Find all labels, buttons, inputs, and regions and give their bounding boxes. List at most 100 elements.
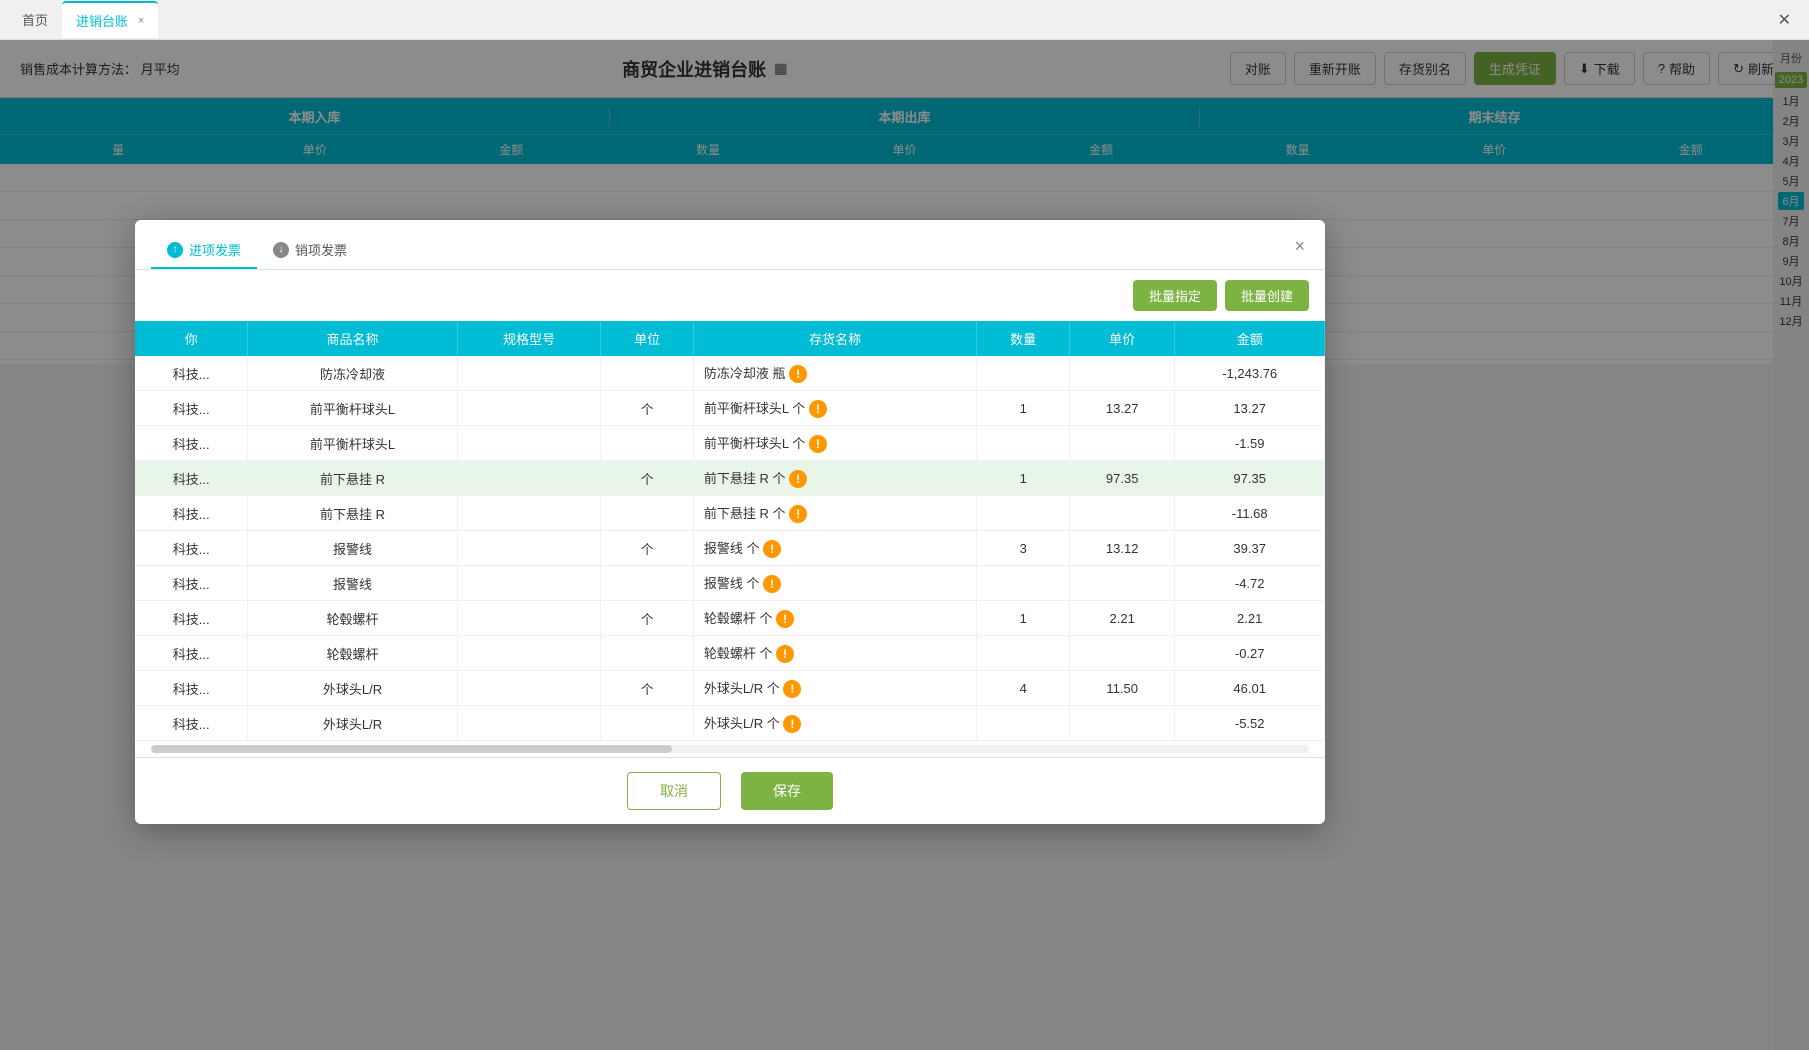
cell-unit xyxy=(601,636,694,671)
cell-amount: -4.72 xyxy=(1175,566,1325,601)
cell-inventory-name: 外球头L/R 个 ! xyxy=(693,671,977,706)
cell-unit xyxy=(601,706,694,741)
cell-company: 科技... xyxy=(135,706,248,741)
cell-company: 科技... xyxy=(135,671,248,706)
cell-price: 13.12 xyxy=(1069,531,1174,566)
window-close-button[interactable]: ✕ xyxy=(1768,6,1801,34)
th-price: 单价 xyxy=(1069,321,1174,356)
modal-scrollbar[interactable] xyxy=(151,745,1309,753)
modal-overlay: ↑ 进项发票 ↓ 销项发票 × 批量指定 批量创建 你 xyxy=(0,40,1809,1050)
cell-spec xyxy=(457,496,601,531)
cell-qty: 1 xyxy=(977,391,1070,426)
cell-spec xyxy=(457,566,601,601)
cell-unit: 个 xyxy=(601,671,694,706)
cell-amount: -1.59 xyxy=(1175,426,1325,461)
table-row: 科技...报警线报警线 个 !-4.72 xyxy=(135,566,1325,601)
cell-unit xyxy=(601,356,694,391)
cell-company: 科技... xyxy=(135,566,248,601)
warning-icon: ! xyxy=(789,365,807,383)
top-bar: 首页 进销台账 × ✕ xyxy=(0,0,1809,40)
table-header: 你 商品名称 规格型号 单位 存货名称 数量 单价 金额 xyxy=(135,321,1325,356)
cell-company: 科技... xyxy=(135,496,248,531)
cell-spec xyxy=(457,356,601,391)
tab-home[interactable]: 首页 xyxy=(8,2,62,37)
table-row: 科技...外球头L/R外球头L/R 个 !-5.52 xyxy=(135,706,1325,741)
cell-inventory-name: 前下悬挂 R 个 ! xyxy=(693,461,977,496)
cell-inventory-name: 报警线 个 ! xyxy=(693,531,977,566)
cell-inventory-name: 轮毂螺杆 个 ! xyxy=(693,601,977,636)
cancel-button[interactable]: 取消 xyxy=(627,772,721,810)
batch-assign-button[interactable]: 批量指定 xyxy=(1133,280,1217,311)
cell-company: 科技... xyxy=(135,391,248,426)
cell-product-name: 前平衡杆球头L xyxy=(248,391,457,426)
cell-unit: 个 xyxy=(601,531,694,566)
table-row: 科技...前下悬挂 R前下悬挂 R 个 !-11.68 xyxy=(135,496,1325,531)
purchase-tab-icon: ↑ xyxy=(167,242,183,258)
cell-product-name: 外球头L/R xyxy=(248,706,457,741)
warning-icon: ! xyxy=(776,645,794,663)
modal-header: ↑ 进项发票 ↓ 销项发票 × xyxy=(135,220,1325,270)
tab-purchase-invoice[interactable]: ↑ 进项发票 xyxy=(151,232,257,269)
cell-inventory-name: 前平衡杆球头L 个 ! xyxy=(693,391,977,426)
table-row: 科技...前平衡杆球头L个前平衡杆球头L 个 !113.2713.27 xyxy=(135,391,1325,426)
cell-price xyxy=(1069,566,1174,601)
modal-close-button[interactable]: × xyxy=(1290,236,1309,257)
cell-spec xyxy=(457,426,601,461)
cell-qty xyxy=(977,496,1070,531)
cell-qty xyxy=(977,566,1070,601)
cell-qty: 3 xyxy=(977,531,1070,566)
warning-icon: ! xyxy=(763,575,781,593)
cell-unit xyxy=(601,566,694,601)
table-row: 科技...前平衡杆球头L前平衡杆球头L 个 !-1.59 xyxy=(135,426,1325,461)
cell-spec xyxy=(457,601,601,636)
modal-table-wrap[interactable]: 你 商品名称 规格型号 单位 存货名称 数量 单价 金额 科技...防冻冷却液防… xyxy=(135,321,1325,741)
sales-tab-icon: ↓ xyxy=(273,242,289,258)
cell-product-name: 外球头L/R xyxy=(248,671,457,706)
cell-company: 科技... xyxy=(135,531,248,566)
table-row: 科技...外球头L/R个外球头L/R 个 !411.5046.01 xyxy=(135,671,1325,706)
cell-unit xyxy=(601,496,694,531)
cell-inventory-name: 报警线 个 ! xyxy=(693,566,977,601)
tab-active[interactable]: 进销台账 × xyxy=(62,1,158,38)
batch-create-button[interactable]: 批量创建 xyxy=(1225,280,1309,311)
tab-sales-invoice[interactable]: ↓ 销项发票 xyxy=(257,232,363,269)
tab-active-label: 进销台账 xyxy=(76,11,128,30)
table-row: 科技...防冻冷却液防冻冷却液 瓶 !-1,243.76 xyxy=(135,356,1325,391)
warning-icon: ! xyxy=(789,470,807,488)
tab-close-icon[interactable]: × xyxy=(138,15,144,27)
cell-qty xyxy=(977,636,1070,671)
cell-unit: 个 xyxy=(601,391,694,426)
save-button[interactable]: 保存 xyxy=(741,772,833,810)
cell-spec xyxy=(457,531,601,566)
cell-qty: 1 xyxy=(977,601,1070,636)
th-amount: 金额 xyxy=(1175,321,1325,356)
purchase-tab-label: 进项发票 xyxy=(189,240,241,259)
table-row: 科技...前下悬挂 R个前下悬挂 R 个 !197.3597.35 xyxy=(135,461,1325,496)
cell-product-name: 轮毂螺杆 xyxy=(248,636,457,671)
cell-amount: 13.27 xyxy=(1175,391,1325,426)
cell-qty xyxy=(977,356,1070,391)
cell-price: 13.27 xyxy=(1069,391,1174,426)
cell-amount: 97.35 xyxy=(1175,461,1325,496)
cell-price xyxy=(1069,356,1174,391)
cell-unit: 个 xyxy=(601,601,694,636)
cell-product-name: 前下悬挂 R xyxy=(248,496,457,531)
cell-product-name: 前平衡杆球头L xyxy=(248,426,457,461)
cell-amount: -1,243.76 xyxy=(1175,356,1325,391)
modal-dialog: ↑ 进项发票 ↓ 销项发票 × 批量指定 批量创建 你 xyxy=(135,220,1325,824)
th-unit: 单位 xyxy=(601,321,694,356)
invoice-table: 你 商品名称 规格型号 单位 存货名称 数量 单价 金额 科技...防冻冷却液防… xyxy=(135,321,1325,741)
modal-scrollbar-thumb xyxy=(151,745,672,753)
warning-icon: ! xyxy=(763,540,781,558)
cell-inventory-name: 前平衡杆球头L 个 ! xyxy=(693,426,977,461)
table-body: 科技...防冻冷却液防冻冷却液 瓶 !-1,243.76科技...前平衡杆球头L… xyxy=(135,356,1325,741)
main-background: 销售成本计算方法： 月平均 商贸企业进销台账 ▦ 对账 重新开账 存货别名 生成… xyxy=(0,40,1809,1050)
cell-product-name: 轮毂螺杆 xyxy=(248,601,457,636)
cell-spec xyxy=(457,636,601,671)
cell-spec xyxy=(457,461,601,496)
table-row: 科技...轮毂螺杆个轮毂螺杆 个 !12.212.21 xyxy=(135,601,1325,636)
cell-spec xyxy=(457,706,601,741)
cell-price xyxy=(1069,636,1174,671)
cell-company: 科技... xyxy=(135,601,248,636)
th-company: 你 xyxy=(135,321,248,356)
